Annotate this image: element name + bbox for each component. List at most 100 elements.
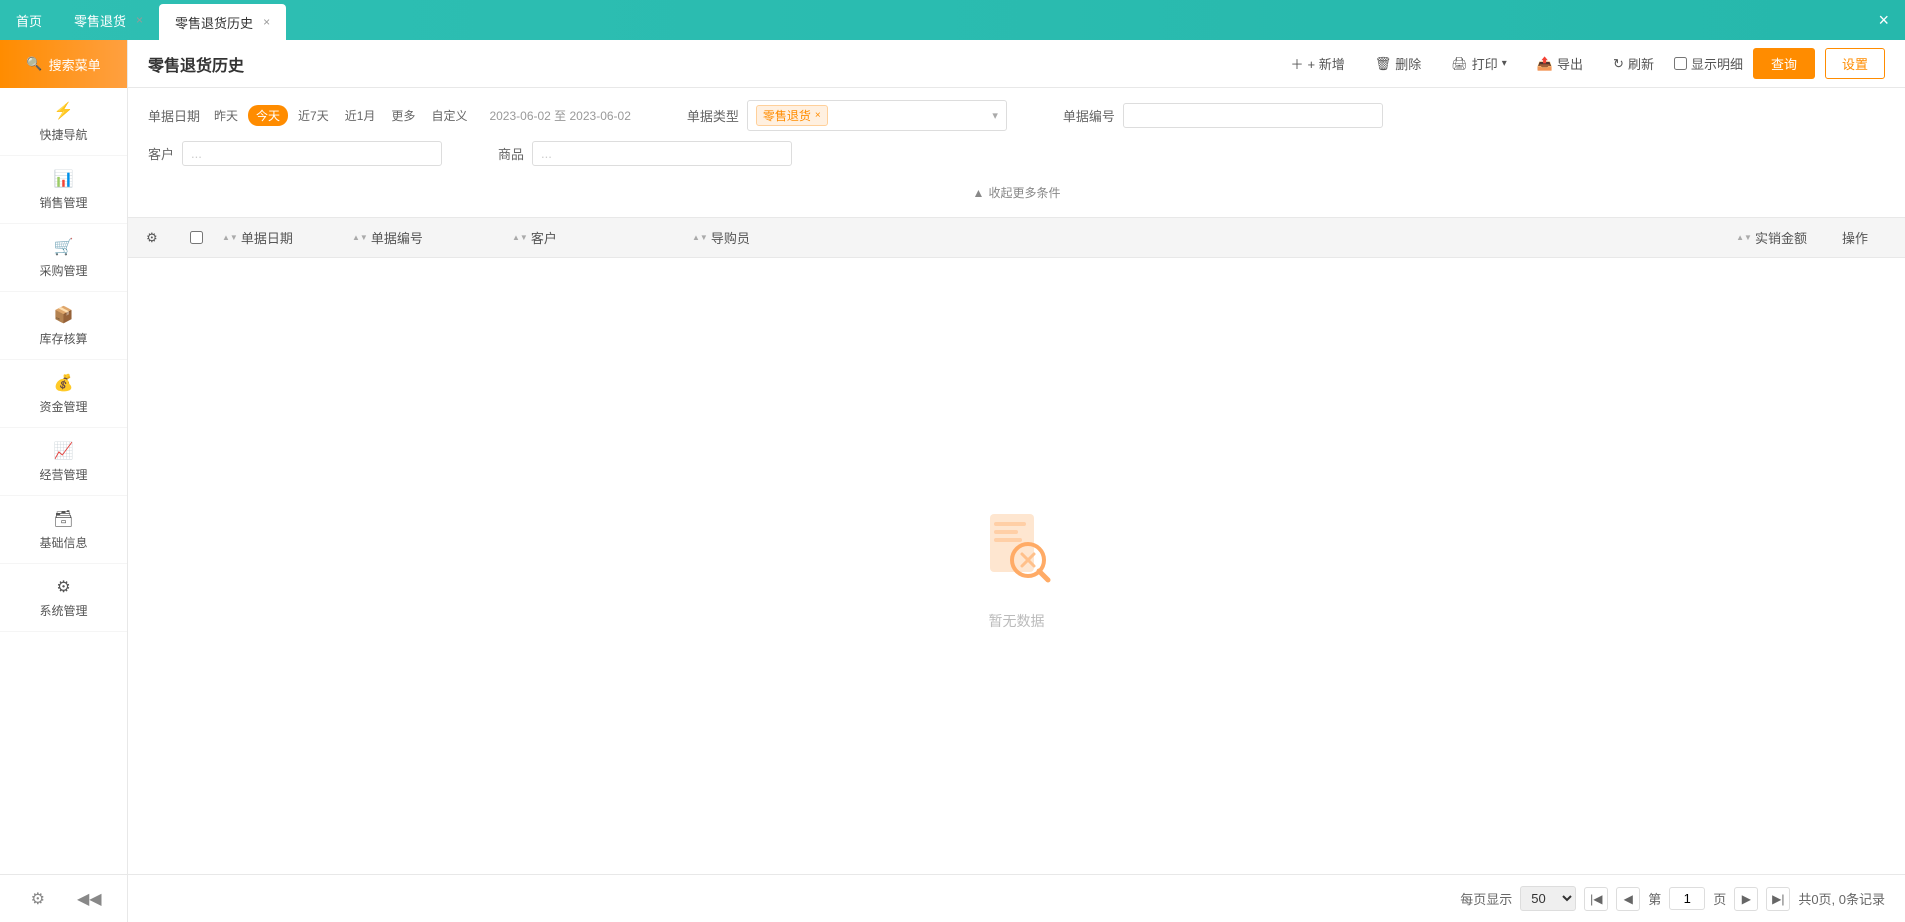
goods-label: 商品	[498, 144, 524, 163]
inventory-icon: 📦	[53, 304, 75, 326]
app-close-button[interactable]: ×	[1862, 10, 1905, 31]
th-settings[interactable]: ⚙	[138, 230, 178, 246]
sidebar-item-label: 基础信息	[39, 534, 87, 551]
new-button[interactable]: ＋ + 新增	[1281, 49, 1355, 78]
sales-icon: 📊	[53, 168, 75, 190]
goods-placeholder: ...	[541, 146, 552, 161]
page-number-input[interactable]	[1669, 887, 1705, 910]
page-prev-button[interactable]: ◀	[1616, 887, 1640, 911]
collapse-label: 收起更多条件	[988, 184, 1060, 201]
system-icon: ⚙	[53, 576, 75, 598]
basic-info-icon: 🗃	[53, 508, 75, 530]
sidebar-search-label: 搜索菜单	[49, 55, 101, 74]
date-btn-more[interactable]: 更多	[385, 105, 421, 126]
collapse-icon: ▲	[973, 186, 985, 200]
show-detail-checkbox[interactable]: 显示明细	[1674, 54, 1743, 73]
date-btn-7days[interactable]: 近7天	[292, 105, 335, 126]
delete-button[interactable]: 🗑 删除	[1365, 49, 1432, 78]
tab-retail-return-label: 零售退货	[74, 11, 126, 30]
date-btn-custom[interactable]: 自定义	[425, 105, 473, 126]
date-btn-yesterday[interactable]: 昨天	[208, 105, 244, 126]
th-date[interactable]: ▲▼ 单据日期	[214, 228, 344, 247]
purchase-icon: 🛒	[53, 236, 75, 258]
customer-placeholder: ...	[191, 146, 202, 161]
sidebar-item-label: 系统管理	[39, 602, 87, 619]
setting-button[interactable]: 设置	[1825, 48, 1885, 79]
tab-retail-return-history[interactable]: 零售退货历史 ×	[159, 4, 286, 40]
sidebar-item-sales[interactable]: 📊 销售管理	[0, 156, 127, 224]
filter-row-2: 客户 ... 商品 ...	[148, 141, 1885, 166]
doc-type-select[interactable]: 零售退货 × ▾	[747, 100, 1007, 131]
export-icon: 📤	[1537, 56, 1553, 72]
delete-label: 删除	[1395, 54, 1421, 73]
doc-type-tag-close[interactable]: ×	[815, 110, 821, 121]
sidebar-item-basic-info[interactable]: 🗃 基础信息	[0, 496, 127, 564]
query-button[interactable]: 查询	[1753, 48, 1815, 79]
show-detail-input[interactable]	[1674, 57, 1687, 70]
sidebar-item-finance[interactable]: 💰 资金管理	[0, 360, 127, 428]
th-guide-label: 导购员	[711, 228, 750, 247]
print-icon: 🖨	[1451, 56, 1468, 72]
tab-list: 首页 零售退货 × 零售退货历史 ×	[0, 0, 1862, 40]
th-amount-sort: ▲▼	[1736, 234, 1752, 242]
sidebar-item-label: 库存核算	[39, 330, 87, 347]
customer-select[interactable]: ...	[182, 141, 442, 166]
th-customer[interactable]: ▲▼ 客户	[504, 228, 684, 247]
sidebar-item-purchase[interactable]: 🛒 采购管理	[0, 224, 127, 292]
page-last-button[interactable]: ▶|	[1766, 887, 1790, 911]
collapse-button[interactable]: ▲ 收起更多条件	[973, 180, 1061, 205]
th-guide[interactable]: ▲▼ 导购员	[684, 228, 1695, 247]
page-first-button[interactable]: |◀	[1584, 887, 1608, 911]
page-next-button[interactable]: ▶	[1734, 887, 1758, 911]
refresh-button[interactable]: ↻ 刷新	[1603, 49, 1664, 78]
select-all-checkbox[interactable]	[190, 231, 203, 244]
tab-retail-return[interactable]: 零售退货 ×	[58, 0, 159, 40]
doc-type-dropdown-icon: ▾	[992, 109, 998, 122]
goods-select[interactable]: ...	[532, 141, 792, 166]
th-date-label: 单据日期	[241, 228, 293, 247]
th-customer-sort: ▲▼	[512, 234, 528, 242]
filter-row-1: 单据日期 昨天 今天 近7天 近1月 更多 自定义 2023-06-02 至 2…	[148, 100, 1885, 131]
settings-button[interactable]: ⚙	[24, 885, 52, 913]
table-body: 暂无数据	[128, 258, 1905, 874]
th-check[interactable]	[178, 231, 214, 244]
tab-home[interactable]: 首页	[0, 0, 58, 40]
show-detail-label: 显示明细	[1691, 54, 1743, 73]
date-btn-today[interactable]: 今天	[248, 105, 288, 126]
export-button[interactable]: 📤 导出	[1527, 49, 1593, 78]
goods-filter-field: 商品 ...	[498, 141, 792, 166]
th-date-sort: ▲▼	[222, 234, 238, 242]
sidebar-item-inventory[interactable]: 📦 库存核算	[0, 292, 127, 360]
table-header: ⚙ ▲▼ 单据日期 ▲▼ 单据编号 ▲▼ 客户 ▲▼	[128, 218, 1905, 258]
refresh-icon: ↻	[1613, 56, 1624, 72]
doc-type-tag-value: 零售退货	[763, 107, 811, 124]
audio-icon: ◀◀	[77, 889, 102, 909]
th-num-sort: ▲▼	[352, 234, 368, 242]
sidebar-item-system[interactable]: ⚙ 系统管理	[0, 564, 127, 632]
audio-button[interactable]: ◀◀	[75, 885, 103, 913]
th-amount-label: 实销金额	[1755, 228, 1807, 247]
operations-icon: 📈	[53, 440, 75, 462]
date-btn-1month[interactable]: 近1月	[339, 105, 382, 126]
print-button[interactable]: 🖨 打印 ▾	[1441, 49, 1517, 78]
print-label: 打印	[1472, 54, 1498, 73]
finance-icon: 💰	[53, 372, 75, 394]
filter-area: 单据日期 昨天 今天 近7天 近1月 更多 自定义 2023-06-02 至 2…	[128, 88, 1905, 218]
doc-num-filter-field: 单据编号	[1063, 103, 1383, 128]
sidebar-item-label: 快捷导航	[39, 126, 87, 143]
th-amount[interactable]: ▲▼ 实销金额	[1695, 228, 1815, 247]
sidebar-search[interactable]: 🔍 搜索菜单	[0, 40, 127, 88]
doc-num-input[interactable]	[1123, 103, 1383, 128]
delete-icon: 🗑	[1375, 56, 1392, 72]
sidebar-item-label: 采购管理	[39, 262, 87, 279]
sidebar-nav: ⚡ 快捷导航 📊 销售管理 🛒 采购管理 📦 库存核算 💰 资金管理 📈	[0, 88, 127, 874]
page-title: 零售退货历史	[148, 52, 244, 76]
app-layout: 🔍 搜索菜单 ⚡ 快捷导航 📊 销售管理 🛒 采购管理 📦 库存核算 💰	[0, 40, 1905, 922]
tab-retail-return-history-close[interactable]: ×	[263, 15, 270, 29]
th-num[interactable]: ▲▼ 单据编号	[344, 228, 504, 247]
date-filter-field: 单据日期 昨天 今天 近7天 近1月 更多 自定义	[148, 105, 473, 126]
sidebar-item-quick-nav[interactable]: ⚡ 快捷导航	[0, 88, 127, 156]
tab-retail-return-close[interactable]: ×	[136, 13, 143, 27]
sidebar-item-operations[interactable]: 📈 经营管理	[0, 428, 127, 496]
page-size-select[interactable]: 50 10 20 100	[1520, 886, 1576, 911]
